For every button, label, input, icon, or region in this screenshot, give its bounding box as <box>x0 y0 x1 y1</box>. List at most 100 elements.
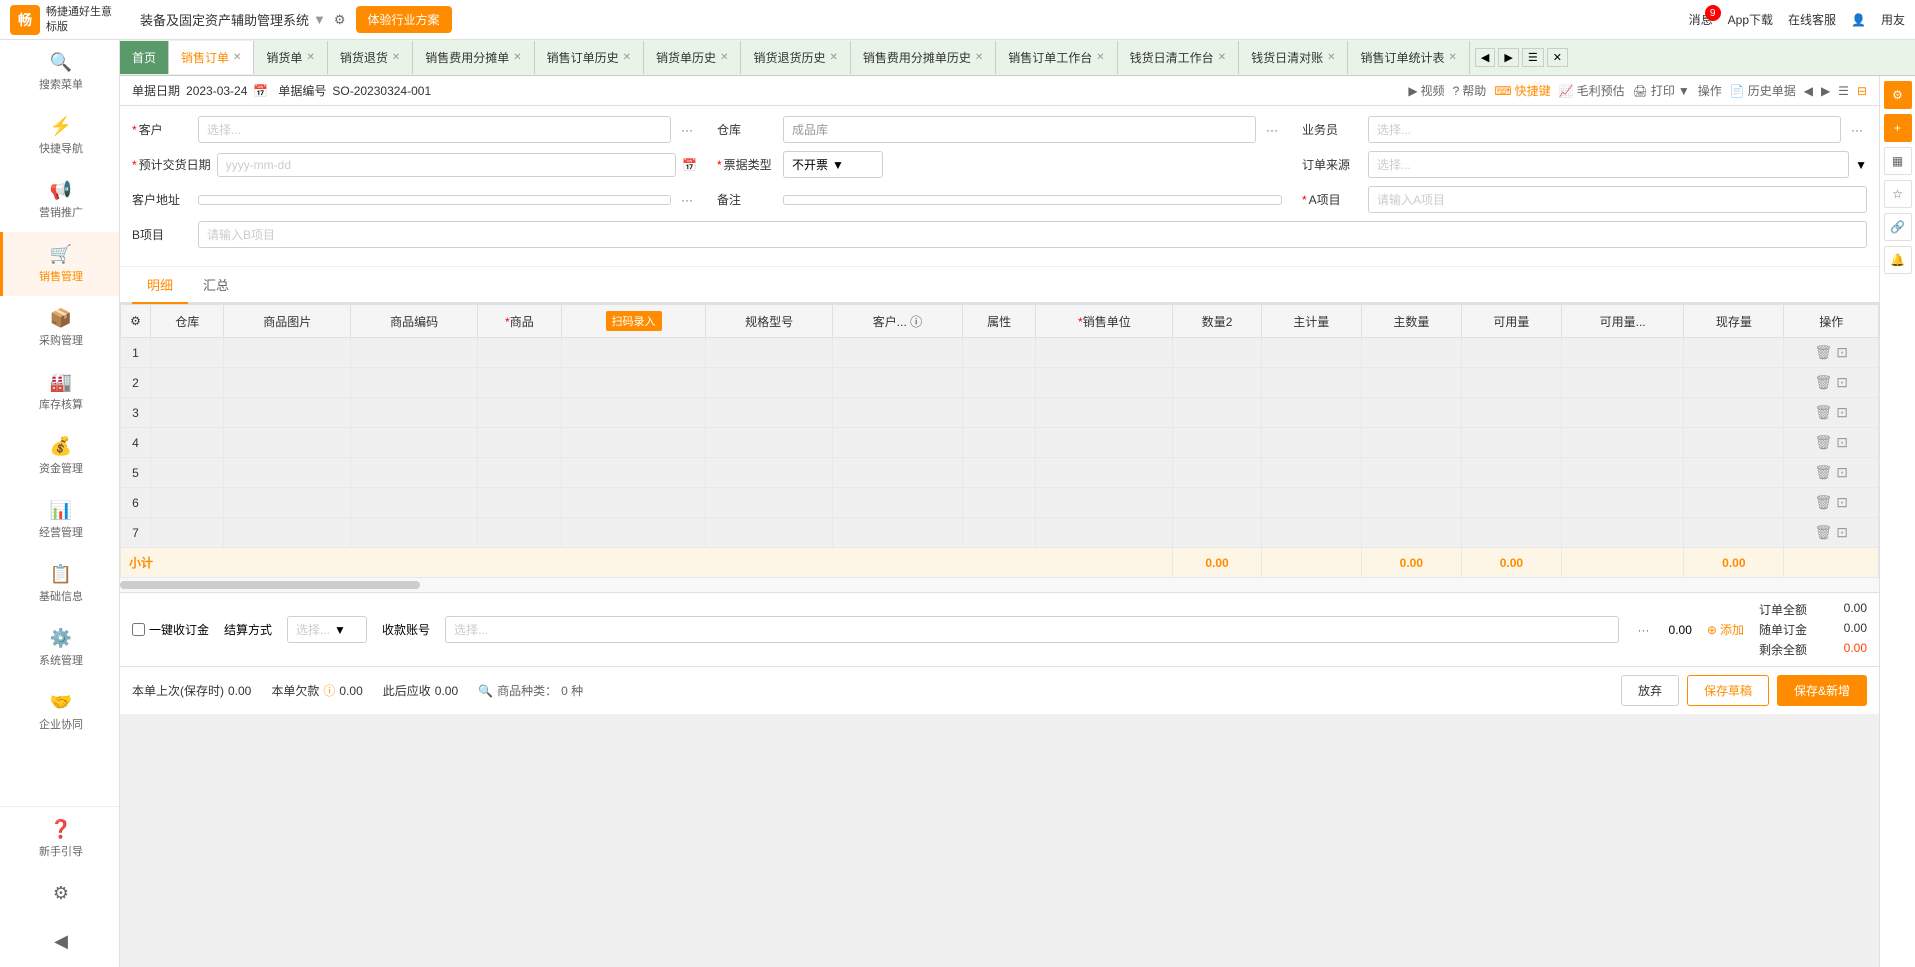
sidebar-item-purchase[interactable]: 📦 采购管理 <box>0 296 119 360</box>
tab-detail[interactable]: 明细 <box>132 267 188 304</box>
tab-sales-return[interactable]: 销货单 ✕ <box>254 41 327 74</box>
profit-action[interactable]: 📈 毛利预估 <box>1559 82 1625 99</box>
add-payment-btn[interactable]: ⊕ 添加 <box>1707 621 1744 638</box>
view-grid-icon[interactable]: ⊟ <box>1857 84 1867 98</box>
trial-button[interactable]: 体验行业方案 <box>356 6 452 33</box>
customer-address-input[interactable] <box>198 195 671 205</box>
payment-method-select[interactable]: 选择... ▼ <box>287 616 367 643</box>
salesperson-more-btn[interactable]: ··· <box>1847 123 1867 137</box>
a-project-input[interactable]: 请输入A项目 <box>1368 186 1867 213</box>
tab-close-order-history[interactable]: ✕ <box>623 52 631 63</box>
side-add-btn[interactable]: + <box>1884 114 1912 142</box>
row-delete-4[interactable]: 🗑 <box>1814 434 1832 451</box>
row-delete-6[interactable]: 🗑 <box>1814 494 1832 511</box>
tab-cash-daily[interactable]: 钱货日清工作台 ✕ <box>1118 41 1239 74</box>
scan-button[interactable]: 扫码录入 <box>606 311 662 331</box>
row-copy-4[interactable]: ⊡ <box>1836 434 1848 451</box>
tab-close-return-history[interactable]: ✕ <box>720 52 728 63</box>
warehouse-input[interactable]: 成品库 <box>783 116 1256 143</box>
horizontal-scrollbar[interactable] <box>120 581 420 589</box>
tab-fee-split[interactable]: 销售费用分摊单 ✕ <box>413 41 534 74</box>
tab-close-sales-stats[interactable]: ✕ <box>1449 52 1457 63</box>
tab-close-refund-history[interactable]: ✕ <box>829 52 837 63</box>
col-scan[interactable]: 扫码录入 <box>561 305 706 338</box>
row-copy-7[interactable]: ⊡ <box>1836 524 1848 541</box>
print-action[interactable]: 🖨 打印 ▼ <box>1633 82 1690 99</box>
print-dropdown[interactable]: ▼ <box>1678 84 1690 98</box>
row-copy-1[interactable]: ⊡ <box>1836 344 1848 361</box>
system-dropdown-arrow[interactable]: ▼ <box>313 12 326 27</box>
delivery-calendar-icon[interactable]: 📅 <box>682 158 697 172</box>
side-grid-btn[interactable]: ▦ <box>1884 147 1912 175</box>
nav-prev[interactable]: ◀ <box>1804 84 1813 98</box>
quick-payment-checkbox[interactable]: 一键收订金 <box>132 621 209 638</box>
account-input[interactable]: 选择... <box>445 616 1619 643</box>
row-delete-1[interactable]: 🗑 <box>1814 344 1832 361</box>
col-settings[interactable]: ⚙ <box>121 305 151 338</box>
order-source-input[interactable]: 选择... <box>1368 151 1849 178</box>
tab-order-history[interactable]: 销售订单历史 ✕ <box>535 41 644 74</box>
sidebar-item-guide[interactable]: ❓ 新手引导 <box>0 807 119 871</box>
salesperson-input[interactable]: 选择... <box>1368 116 1841 143</box>
tab-return-history[interactable]: 销货单历史 ✕ <box>644 41 741 74</box>
row-copy-6[interactable]: ⊡ <box>1836 494 1848 511</box>
tab-sales-order[interactable]: 销售订单 ✕ <box>169 41 254 74</box>
system-settings-icon[interactable]: ⚙ <box>334 12 346 28</box>
sidebar-item-system[interactable]: ⚙️ 系统管理 <box>0 616 119 680</box>
side-settings-btn[interactable]: ⚙ <box>1884 81 1912 109</box>
tab-close-fee-split[interactable]: ✕ <box>513 52 521 63</box>
save-new-button[interactable]: 保存&新增 <box>1777 675 1867 706</box>
help-action[interactable]: ? 帮助 <box>1453 82 1487 99</box>
tab-workbench[interactable]: 销售订单工作台 ✕ <box>996 41 1117 74</box>
row-copy-5[interactable]: ⊡ <box>1836 464 1848 481</box>
tab-summary[interactable]: 汇总 <box>188 267 244 302</box>
tab-home[interactable]: 首页 <box>120 41 169 74</box>
tab-sales-stats[interactable]: 销售订单统计表 ✕ <box>1348 41 1469 74</box>
tab-menu-btn[interactable]: ☰ <box>1522 48 1544 67</box>
sidebar-item-finance[interactable]: 💰 资金管理 <box>0 424 119 488</box>
nav-next[interactable]: ▶ <box>1821 84 1830 98</box>
tab-close-sales-order[interactable]: ✕ <box>233 52 241 63</box>
video-action[interactable]: ▶ 视频 <box>1408 82 1444 99</box>
sidebar-item-inventory[interactable]: 🏭 库存核算 <box>0 360 119 424</box>
sidebar-item-marketing[interactable]: 📢 营销推广 <box>0 168 119 232</box>
side-star-btn[interactable]: ☆ <box>1884 180 1912 208</box>
sidebar-item-quicknav[interactable]: ⚡ 快捷导航 <box>0 104 119 168</box>
row-delete-3[interactable]: 🗑 <box>1814 404 1832 421</box>
sidebar-item-operations[interactable]: 📊 经营管理 <box>0 488 119 552</box>
sidebar-item-enterprise[interactable]: 🤝 企业协同 <box>0 680 119 744</box>
online-support-link[interactable]: 在线客服 <box>1788 11 1836 28</box>
tab-close-sales-return[interactable]: ✕ <box>306 52 314 63</box>
tab-close-cash-daily[interactable]: ✕ <box>1218 52 1226 63</box>
view-list-icon[interactable]: ☰ <box>1838 84 1849 98</box>
history-action[interactable]: 📄 历史单据 <box>1730 82 1796 99</box>
customer-input[interactable]: 选择... <box>198 116 671 143</box>
tab-close-workbench[interactable]: ✕ <box>1096 52 1104 63</box>
tab-close-fee-history[interactable]: ✕ <box>975 52 983 63</box>
tab-cash-reconcile[interactable]: 钱货日清对账 ✕ <box>1239 41 1348 74</box>
calendar-icon[interactable]: 📅 <box>253 84 268 98</box>
tab-next-btn[interactable]: ▶ <box>1498 48 1518 67</box>
notification-area[interactable]: 消息 9 <box>1689 11 1713 28</box>
side-link-btn[interactable]: 🔗 <box>1884 213 1912 241</box>
discard-button[interactable]: 放弃 <box>1621 675 1679 706</box>
operation-action[interactable]: 操作 <box>1698 82 1722 99</box>
shortcut-action[interactable]: ⌨ 快捷键 <box>1494 82 1550 99</box>
tab-close-sales-refund[interactable]: ✕ <box>392 52 400 63</box>
row-delete-5[interactable]: 🗑 <box>1814 464 1832 481</box>
remarks-input[interactable] <box>783 195 1282 205</box>
delivery-date-input[interactable]: yyyy-mm-dd <box>217 153 676 177</box>
tab-prev-btn[interactable]: ◀ <box>1475 48 1495 67</box>
quick-payment-input[interactable] <box>132 623 145 636</box>
tab-close-all-btn[interactable]: ✕ <box>1547 48 1568 67</box>
row-delete-7[interactable]: 🗑 <box>1814 524 1832 541</box>
sidebar-item-basic[interactable]: 📋 基础信息 <box>0 552 119 616</box>
row-delete-2[interactable]: 🗑 <box>1814 374 1832 391</box>
tab-sales-refund[interactable]: 销货退货 ✕ <box>328 41 413 74</box>
app-download-link[interactable]: App下载 <box>1728 11 1773 28</box>
row-copy-3[interactable]: ⊡ <box>1836 404 1848 421</box>
side-alert-btn[interactable]: 🔔 <box>1884 246 1912 274</box>
address-more-btn[interactable]: ··· <box>677 193 697 207</box>
sidebar-collapse[interactable]: ◀ <box>0 919 119 967</box>
account-more-btn[interactable]: ··· <box>1634 623 1654 637</box>
